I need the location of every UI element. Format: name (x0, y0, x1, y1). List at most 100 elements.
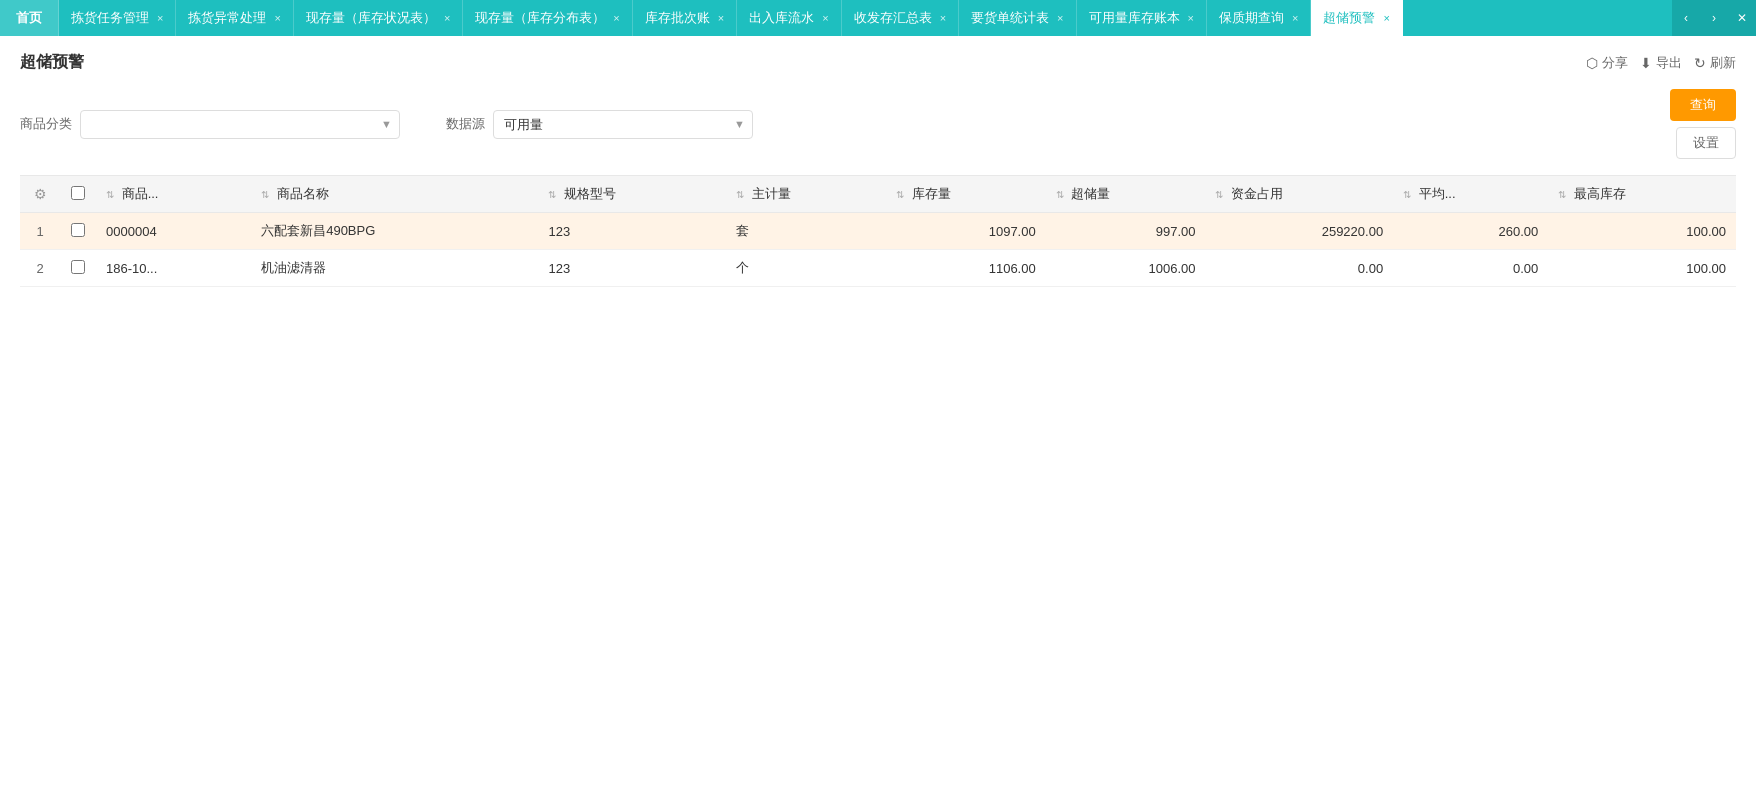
th-stock[interactable]: ⇅ 库存量 (886, 176, 1046, 213)
category-select[interactable] (80, 110, 400, 139)
nav-tab-task-mgmt[interactable]: 拣货任务管理 × (59, 0, 176, 36)
th-unit[interactable]: ⇅ 主计量 (726, 176, 886, 213)
row-2-spec: 123 (538, 250, 726, 287)
category-select-wrapper: ▼ (80, 110, 400, 139)
close-tab-task-mgmt[interactable]: × (157, 0, 163, 36)
data-table: ⚙ ⇅ 商品... ⇅ 商品名称 ⇅ 规格型号 ⇅ (20, 175, 1736, 287)
sort-icon-stock: ⇅ (896, 189, 904, 200)
table-header-row: ⚙ ⇅ 商品... ⇅ 商品名称 ⇅ 规格型号 ⇅ (20, 176, 1736, 213)
nav-arrow-left[interactable]: ‹ (1672, 0, 1700, 36)
close-tab-inout-flow[interactable]: × (822, 0, 828, 36)
row-checkbox-2[interactable] (60, 250, 96, 287)
top-nav: 首页 拣货任务管理 × 拣货异常处理 × 现存量（库存状况表） × 现存量（库存… (0, 0, 1756, 36)
sort-icon-capital: ⇅ (1215, 189, 1223, 200)
nav-tab-avail-inventory[interactable]: 可用量库存账本 × (1077, 0, 1207, 36)
datasource-select[interactable]: 可用量 (493, 110, 753, 139)
row-2-avg: 0.00 (1393, 250, 1548, 287)
sort-icon-unit: ⇅ (736, 189, 744, 200)
datasource-label: 数据源 (446, 115, 485, 133)
row-2-checkbox[interactable] (71, 260, 85, 274)
nav-arrows: ‹ › ✕ (1672, 0, 1756, 36)
nav-tab-abnormal[interactable]: 拣货异常处理 × (176, 0, 293, 36)
nav-arrow-right[interactable]: › (1700, 0, 1728, 36)
query-button[interactable]: 查询 (1670, 89, 1736, 121)
refresh-button[interactable]: ↻ 刷新 (1694, 54, 1736, 72)
page-header: 超储预警 ⬡ 分享 ⬇ 导出 ↻ 刷新 (20, 52, 1736, 73)
sort-icon-max-stock: ⇅ (1558, 189, 1566, 200)
gear-icon: ⚙ (34, 186, 47, 202)
sort-icon-avg: ⇅ (1403, 189, 1411, 200)
row-2-overstock: 1006.00 (1046, 250, 1206, 287)
sort-icon-product-name: ⇅ (261, 189, 269, 200)
sort-icon-product-code: ⇅ (106, 189, 114, 200)
row-1-overstock: 997.00 (1046, 213, 1206, 250)
nav-tab-inout-flow[interactable]: 出入库流水 × (737, 0, 841, 36)
nav-tab-shelf-life[interactable]: 保质期查询 × (1207, 0, 1311, 36)
close-tab-recv-send[interactable]: × (940, 0, 946, 36)
th-select-all[interactable] (60, 176, 96, 213)
row-2-capital: 0.00 (1205, 250, 1393, 287)
close-tab-shelf-life[interactable]: × (1292, 0, 1298, 36)
select-all-checkbox[interactable] (71, 186, 85, 200)
row-2-unit: 个 (726, 250, 886, 287)
row-2-product-name: 机油滤清器 (251, 250, 538, 287)
row-2-max-stock: 100.00 (1548, 250, 1736, 287)
th-max-stock[interactable]: ⇅ 最高库存 (1548, 176, 1736, 213)
sort-icon-spec: ⇅ (548, 189, 556, 200)
row-1-unit: 套 (726, 213, 886, 250)
row-2-product-code: 186-10... (96, 250, 251, 287)
refresh-icon: ↻ (1694, 55, 1706, 71)
nav-tab-overstock[interactable]: 超储预警 × (1311, 0, 1402, 36)
row-1-capital: 259220.00 (1205, 213, 1393, 250)
close-tab-inventory-dist[interactable]: × (613, 0, 619, 36)
datasource-filter-group: 数据源 可用量 ▼ (446, 110, 753, 139)
category-filter-group: 商品分类 ▼ (20, 110, 400, 139)
th-product-code[interactable]: ⇅ 商品... (96, 176, 251, 213)
nav-tab-inventory-dist[interactable]: 现存量（库存分布表） × (463, 0, 632, 36)
row-1-max-stock: 100.00 (1548, 213, 1736, 250)
page-content: 超储预警 ⬡ 分享 ⬇ 导出 ↻ 刷新 商品分类 ▼ (0, 36, 1756, 800)
nav-home[interactable]: 首页 (0, 0, 59, 36)
export-button[interactable]: ⬇ 导出 (1640, 54, 1682, 72)
sort-icon-overstock: ⇅ (1056, 189, 1064, 200)
row-1-checkbox[interactable] (71, 223, 85, 237)
filter-right-buttons: 查询 设置 (1670, 89, 1736, 159)
nav-arrow-close[interactable]: ✕ (1728, 0, 1756, 36)
th-capital[interactable]: ⇅ 资金占用 (1205, 176, 1393, 213)
nav-tab-batch-account[interactable]: 库存批次账 × (633, 0, 737, 36)
close-tab-inventory-status[interactable]: × (444, 0, 450, 36)
row-index-1: 1 (20, 213, 60, 250)
header-actions: ⬡ 分享 ⬇ 导出 ↻ 刷新 (1586, 54, 1736, 72)
row-1-spec: 123 (538, 213, 726, 250)
th-product-name[interactable]: ⇅ 商品名称 (251, 176, 538, 213)
datasource-select-wrapper: 可用量 ▼ (493, 110, 753, 139)
row-2-stock: 1106.00 (886, 250, 1046, 287)
page-title: 超储预警 (20, 52, 84, 73)
close-tab-avail-inventory[interactable]: × (1188, 0, 1194, 36)
row-1-avg: 260.00 (1393, 213, 1548, 250)
th-avg[interactable]: ⇅ 平均... (1393, 176, 1548, 213)
th-gear[interactable]: ⚙ (20, 176, 60, 213)
settings-button[interactable]: 设置 (1676, 127, 1736, 159)
row-1-product-code: 0000004 (96, 213, 251, 250)
nav-tab-recv-send[interactable]: 收发存汇总表 × (842, 0, 959, 36)
row-index-2: 2 (20, 250, 60, 287)
table-row: 1 0000004 六配套新昌490BPG 123 套 1097.00 997.… (20, 213, 1736, 250)
close-tab-order-stats[interactable]: × (1057, 0, 1063, 36)
row-1-product-name: 六配套新昌490BPG (251, 213, 538, 250)
close-tab-overstock[interactable]: × (1383, 0, 1389, 36)
row-1-stock: 1097.00 (886, 213, 1046, 250)
filter-area: 商品分类 ▼ 数据源 可用量 ▼ 查询 设置 (20, 89, 1736, 159)
share-icon: ⬡ (1586, 55, 1598, 71)
row-checkbox-1[interactable] (60, 213, 96, 250)
close-tab-batch-account[interactable]: × (718, 0, 724, 36)
share-button[interactable]: ⬡ 分享 (1586, 54, 1628, 72)
th-overstock[interactable]: ⇅ 超储量 (1046, 176, 1206, 213)
table-row: 2 186-10... 机油滤清器 123 个 1106.00 1006.00 … (20, 250, 1736, 287)
nav-tab-order-stats[interactable]: 要货单统计表 × (959, 0, 1076, 36)
category-label: 商品分类 (20, 115, 72, 133)
export-icon: ⬇ (1640, 55, 1652, 71)
close-tab-abnormal[interactable]: × (274, 0, 280, 36)
th-spec[interactable]: ⇅ 规格型号 (538, 176, 726, 213)
nav-tab-inventory-status[interactable]: 现存量（库存状况表） × (294, 0, 463, 36)
